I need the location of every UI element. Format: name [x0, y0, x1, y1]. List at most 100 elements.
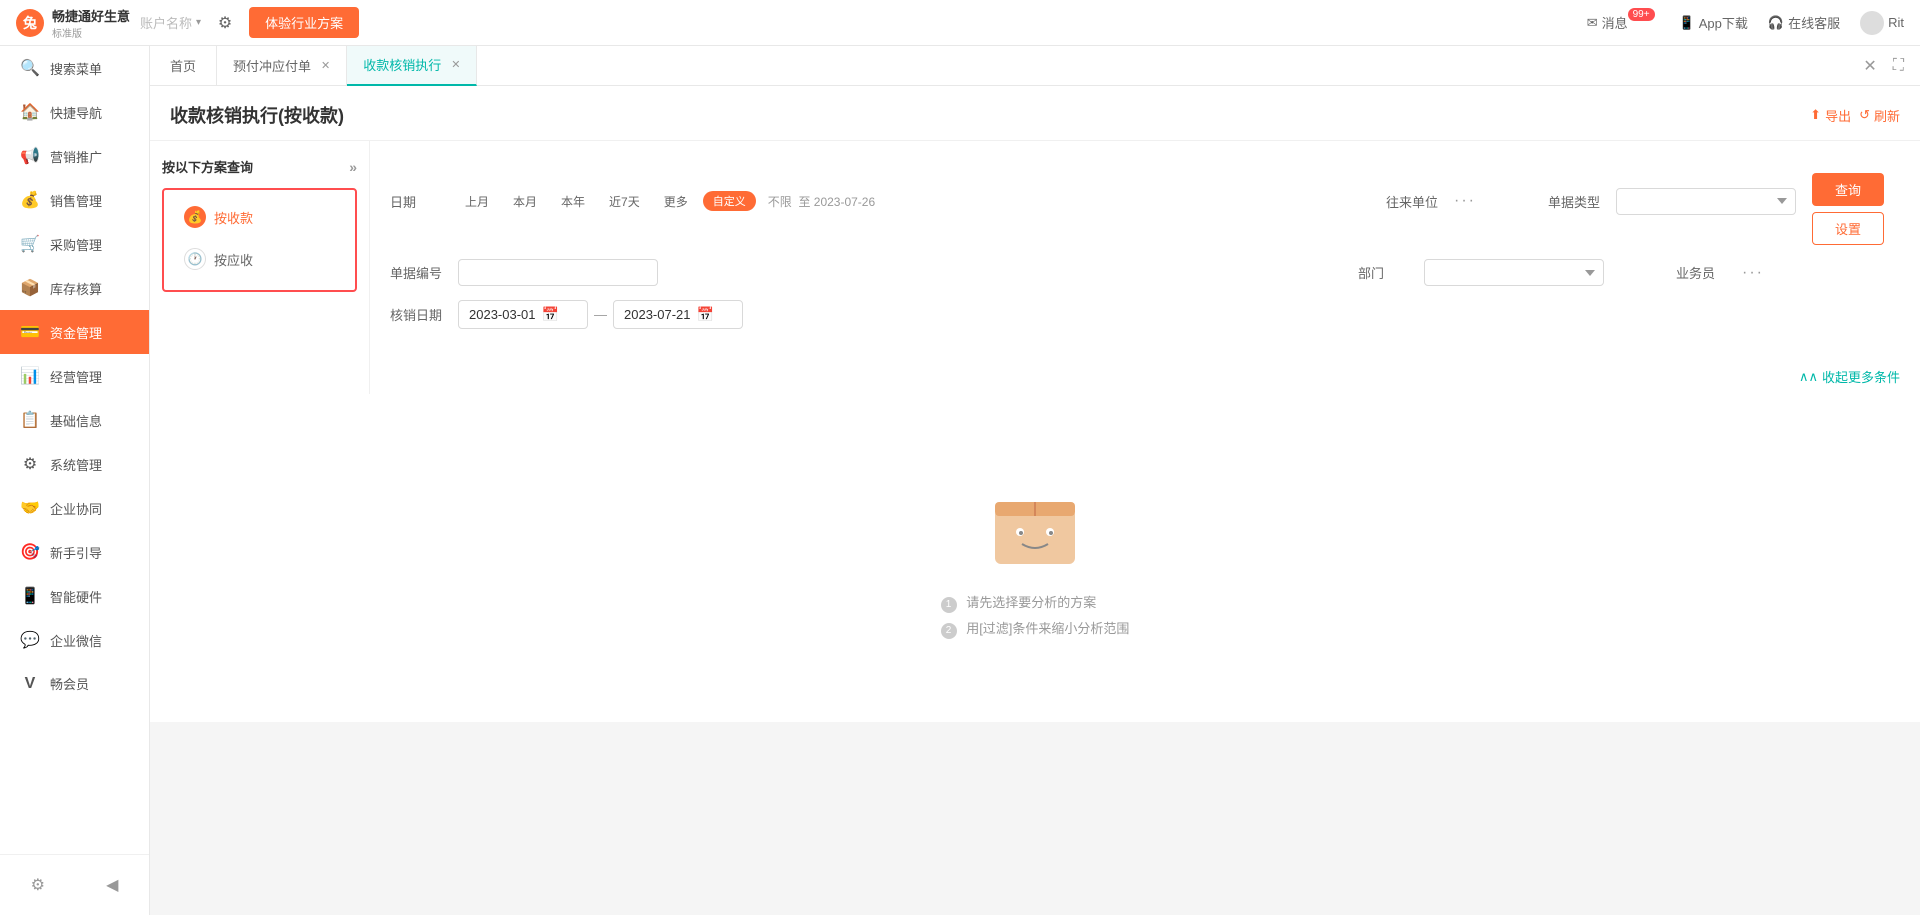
page-content: 收款核销执行(按收款) ⬆ 导出 ↺ 刷新	[150, 86, 1920, 915]
empty-illustration	[975, 474, 1095, 574]
verify-date-end-input[interactable]: 2023-07-21 📅	[613, 300, 743, 329]
user-menu[interactable]: Rit	[1860, 11, 1904, 35]
sidebar-settings-button[interactable]: ⚙	[23, 867, 53, 903]
verify-date-range-group: 2023-03-01 📅 — 2023-07-21 📅	[458, 300, 743, 329]
home-icon: 🏠	[20, 102, 40, 122]
sales-person-selector[interactable]: ···	[1742, 264, 1764, 282]
tab-prepay-conflict[interactable]: 预付冲应付单 ✕	[217, 46, 347, 86]
sidebar-collapse-button[interactable]: ◀	[98, 867, 126, 903]
query-button[interactable]: 查询	[1812, 173, 1884, 206]
date-btn-this-year[interactable]: 本年	[552, 190, 594, 213]
sidebar-label-inventory: 库存核算	[50, 279, 102, 298]
tab-receipt-close-icon[interactable]: ✕	[451, 58, 460, 71]
account-arrow-icon: ▾	[196, 17, 201, 28]
date-btn-custom[interactable]: 自定义	[703, 191, 756, 211]
sidebar-label-system: 系统管理	[50, 455, 102, 474]
department-select[interactable]	[1424, 259, 1604, 286]
sidebar-item-member[interactable]: V 畅会员	[0, 662, 149, 705]
sidebar-item-finance[interactable]: 💳 资金管理	[0, 310, 149, 354]
filter-option-by-receivable[interactable]: 🕐 按应收	[172, 240, 347, 278]
sidebar-item-hardware[interactable]: 📱 智能硬件	[0, 574, 149, 618]
sidebar-label-marketing: 营销推广	[50, 147, 102, 166]
finance-icon: 💳	[20, 322, 40, 342]
sidebar-label-purchase: 采购管理	[50, 235, 102, 254]
tab-expand-button[interactable]: ⛶	[1885, 53, 1912, 79]
receipt-option-label: 按收款	[214, 208, 253, 227]
message-button[interactable]: ✉ 消息 99+	[1587, 13, 1659, 32]
sidebar-bottom: ⚙ ◀	[0, 854, 149, 915]
megaphone-icon: 📢	[20, 146, 40, 166]
date-btn-more[interactable]: 更多	[655, 190, 697, 213]
message-badge: 99+	[1628, 8, 1655, 21]
sidebar-label-operations: 经营管理	[50, 367, 102, 386]
collapse-more-button[interactable]: ∧∧ 收起更多条件	[370, 359, 1920, 394]
sidebar-item-wechat[interactable]: 💬 企业微信	[0, 618, 149, 662]
sidebar-item-inventory[interactable]: 📦 库存核算	[0, 266, 149, 310]
counterparty-selector[interactable]: ···	[1454, 192, 1476, 210]
sidebar-item-sales[interactable]: 💰 销售管理	[0, 178, 149, 222]
doc-type-select[interactable]	[1616, 188, 1796, 215]
date-separator: —	[594, 307, 607, 322]
settings-button[interactable]: 设置	[1812, 212, 1884, 245]
cart-icon: 🛒	[20, 234, 40, 254]
filter-row-2: 单据编号 部门 业务员 ···	[390, 259, 1900, 286]
refresh-label: 刷新	[1874, 106, 1900, 125]
settings-gear-button[interactable]: ⚙	[211, 9, 239, 37]
sidebar-item-quick-nav[interactable]: 🏠 快捷导航	[0, 90, 149, 134]
receipt-option-icon: 💰	[184, 206, 206, 228]
doc-type-label: 单据类型	[1548, 192, 1600, 211]
page-header-actions: ⬆ 导出 ↺ 刷新	[1810, 106, 1900, 125]
tab-receipt-writeoff[interactable]: 收款核销执行 ✕	[347, 46, 477, 86]
date-btn-last-month[interactable]: 上月	[456, 190, 498, 213]
account-selector[interactable]: 账户名称 ▾	[140, 13, 201, 32]
filter-left-title: 按以下方案查询 »	[162, 157, 357, 176]
app-download-button[interactable]: 📱 App下载	[1679, 13, 1748, 32]
sidebar-item-basic-info[interactable]: 📋 基础信息	[0, 398, 149, 442]
doc-number-input[interactable]	[458, 259, 658, 286]
empty-hints: 1 请先选择要分析的方案 2 用[过滤]条件来缩小分析范围	[941, 590, 1130, 642]
tab-home[interactable]: 首页	[150, 46, 217, 86]
tab-prepay-close-icon[interactable]: ✕	[321, 59, 330, 72]
filter-left-panel: 按以下方案查询 » 💰 按收款 🕐 按应收	[150, 141, 370, 394]
empty-svg	[975, 474, 1095, 574]
online-service-button[interactable]: 🎧 在线客服	[1768, 13, 1840, 32]
industry-solution-button[interactable]: 体验行业方案	[249, 7, 359, 38]
main-content: 首页 预付冲应付单 ✕ 收款核销执行 ✕ ✕ ⛶ 收款核销执行(按收款)	[150, 46, 1920, 915]
filter-collapse-button[interactable]: »	[349, 159, 357, 175]
sidebar-item-marketing[interactable]: 📢 营销推广	[0, 134, 149, 178]
verify-date-start-input[interactable]: 2023-03-01 📅	[458, 300, 588, 329]
export-icon: ⬆	[1810, 107, 1821, 123]
avatar	[1860, 11, 1884, 35]
sidebar-item-purchase[interactable]: 🛒 采购管理	[0, 222, 149, 266]
export-button[interactable]: ⬆ 导出	[1810, 106, 1851, 125]
filter-actions: 查询 设置	[1812, 157, 1900, 245]
sidebar-item-search-menu[interactable]: 🔍 搜索菜单	[0, 46, 149, 90]
refresh-icon: ↺	[1859, 107, 1870, 123]
logo-text: 畅捷通好生意	[52, 6, 130, 25]
counterparty-label: 往来单位	[1386, 192, 1438, 211]
sidebar-label-enterprise: 企业协同	[50, 499, 102, 518]
refresh-button[interactable]: ↺ 刷新	[1859, 106, 1900, 125]
sidebar-item-guide[interactable]: 🎯 新手引导	[0, 530, 149, 574]
sidebar-item-enterprise[interactable]: 🤝 企业协同	[0, 486, 149, 530]
tab-close-all-button[interactable]: ✕	[1855, 52, 1884, 80]
filter-row-3: 核销日期 2023-03-01 📅 — 2023-07-21	[390, 300, 1900, 329]
filter-right-panel: 日期 上月 本月 本年 近7天 更多 自定义	[370, 141, 1920, 394]
empty-hint-2: 2 用[过滤]条件来缩小分析范围	[941, 616, 1130, 642]
sidebar-item-operations[interactable]: 📊 经营管理	[0, 354, 149, 398]
search-icon: 🔍	[20, 58, 40, 78]
receivable-option-icon: 🕐	[184, 248, 206, 270]
verify-date-end-value: 2023-07-21	[624, 307, 691, 322]
page-title: 收款核销执行(按收款)	[170, 102, 344, 128]
receivable-option-label: 按应收	[214, 250, 253, 269]
date-btn-7days[interactable]: 近7天	[600, 190, 649, 213]
date-btn-this-month[interactable]: 本月	[504, 190, 546, 213]
doc-number-label: 单据编号	[390, 263, 442, 282]
service-icon: 🎧	[1768, 15, 1784, 31]
filter-options-border: 💰 按收款 🕐 按应收	[162, 188, 357, 292]
filter-option-by-receipt[interactable]: 💰 按收款	[172, 198, 347, 236]
top-bar-right: ✉ 消息 99+ 📱 App下载 🎧 在线客服 Rit	[1587, 11, 1904, 35]
sidebar-item-system[interactable]: ⚙ 系统管理	[0, 442, 149, 486]
calendar-end-icon: 📅	[697, 306, 714, 323]
logo-area: 兔 畅捷通好生意 标准版	[16, 6, 130, 40]
